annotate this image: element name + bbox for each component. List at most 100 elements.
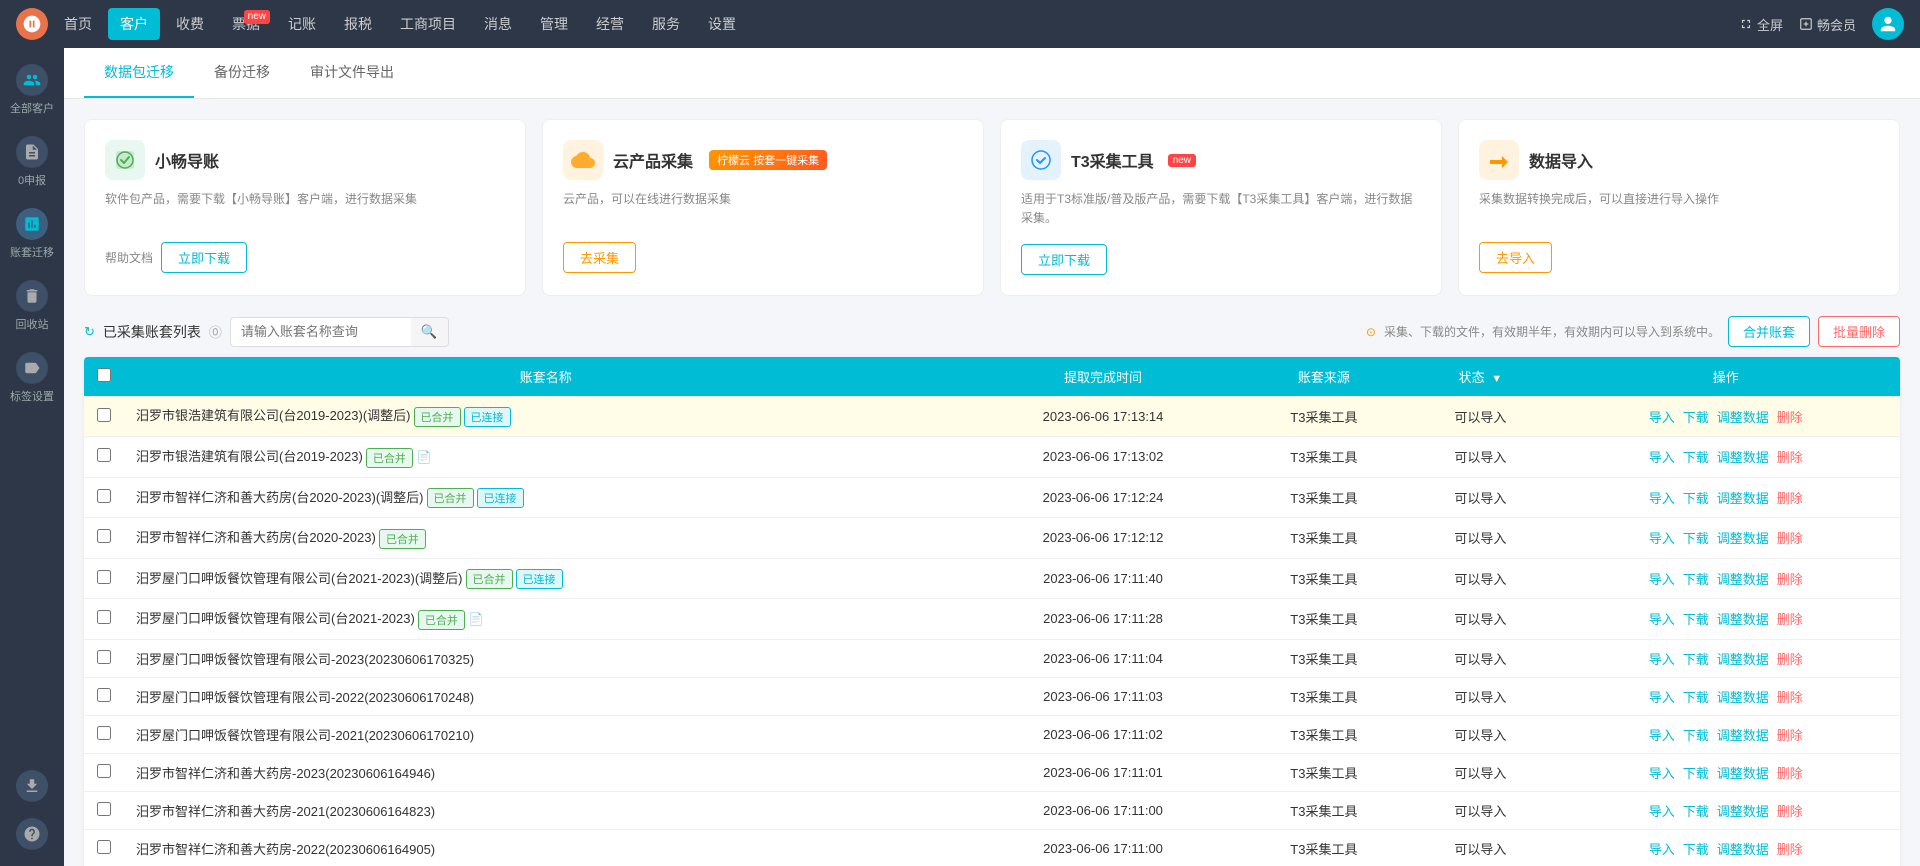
- list-help-icon[interactable]: ⓪: [209, 322, 222, 341]
- tab-backup-migrate[interactable]: 备份迁移: [194, 48, 290, 98]
- nav-operation[interactable]: 经营: [584, 8, 636, 40]
- action-删除-button[interactable]: 删除: [1773, 609, 1807, 628]
- download-t3-button[interactable]: 立即下载: [1021, 244, 1107, 275]
- member-button[interactable]: 畅会员: [1799, 15, 1856, 34]
- action-下载-button[interactable]: 下载: [1679, 569, 1713, 588]
- action-删除-button[interactable]: 删除: [1773, 407, 1807, 426]
- user-avatar[interactable]: [1872, 8, 1904, 40]
- nav-accounting[interactable]: 记账: [276, 8, 328, 40]
- action-调整数据-button[interactable]: 调整数据: [1713, 801, 1773, 820]
- action-删除-button[interactable]: 删除: [1773, 801, 1807, 820]
- row-checkbox-9[interactable]: [97, 764, 111, 778]
- action-导入-button[interactable]: 导入: [1645, 447, 1679, 466]
- sidebar-help[interactable]: [12, 810, 52, 858]
- action-调整数据-button[interactable]: 调整数据: [1713, 528, 1773, 547]
- action-删除-button[interactable]: 删除: [1773, 447, 1807, 466]
- row-checkbox-3[interactable]: [97, 529, 111, 543]
- action-导入-button[interactable]: 导入: [1645, 725, 1679, 744]
- row-checkbox-2[interactable]: [97, 489, 111, 503]
- checkbox-header[interactable]: [84, 357, 124, 396]
- nav-message[interactable]: 消息: [472, 8, 524, 40]
- sidebar-item-tag-settings[interactable]: 标签设置: [0, 344, 64, 412]
- action-导入-button[interactable]: 导入: [1645, 801, 1679, 820]
- action-调整数据-button[interactable]: 调整数据: [1713, 609, 1773, 628]
- action-删除-button[interactable]: 删除: [1773, 839, 1807, 858]
- action-导入-button[interactable]: 导入: [1645, 528, 1679, 547]
- action-下载-button[interactable]: 下载: [1679, 609, 1713, 628]
- sidebar-item-zero-declare[interactable]: 0申报: [0, 128, 64, 196]
- row-checkbox-6[interactable]: [97, 650, 111, 664]
- batch-delete-button[interactable]: 批量删除: [1818, 316, 1900, 347]
- nav-home[interactable]: 首页: [52, 8, 104, 40]
- action-调整数据-button[interactable]: 调整数据: [1713, 763, 1773, 782]
- nav-business[interactable]: 工商项目: [388, 8, 468, 40]
- row-checkbox-8[interactable]: [97, 726, 111, 740]
- action-下载-button[interactable]: 下载: [1679, 839, 1713, 858]
- action-下载-button[interactable]: 下载: [1679, 447, 1713, 466]
- sidebar-item-account-migrate[interactable]: 账套迁移: [0, 200, 64, 268]
- sidebar-download[interactable]: [12, 762, 52, 810]
- nav-settings[interactable]: 设置: [696, 8, 748, 40]
- row-checkbox-11[interactable]: [97, 840, 111, 854]
- action-删除-button[interactable]: 删除: [1773, 725, 1807, 744]
- action-调整数据-button[interactable]: 调整数据: [1713, 687, 1773, 706]
- action-调整数据-button[interactable]: 调整数据: [1713, 488, 1773, 507]
- action-下载-button[interactable]: 下载: [1679, 763, 1713, 782]
- action-调整数据-button[interactable]: 调整数据: [1713, 839, 1773, 858]
- action-调整数据-button[interactable]: 调整数据: [1713, 569, 1773, 588]
- action-导入-button[interactable]: 导入: [1645, 687, 1679, 706]
- action-调整数据-button[interactable]: 调整数据: [1713, 447, 1773, 466]
- action-导入-button[interactable]: 导入: [1645, 569, 1679, 588]
- action-删除-button[interactable]: 删除: [1773, 763, 1807, 782]
- nav-service[interactable]: 服务: [640, 8, 692, 40]
- action-下载-button[interactable]: 下载: [1679, 801, 1713, 820]
- search-button[interactable]: 🔍: [411, 318, 448, 346]
- action-下载-button[interactable]: 下载: [1679, 687, 1713, 706]
- nav-manage[interactable]: 管理: [528, 8, 580, 40]
- go-import-button[interactable]: 去导入: [1479, 242, 1552, 273]
- tab-audit-export[interactable]: 审计文件导出: [290, 48, 414, 98]
- action-删除-button[interactable]: 删除: [1773, 569, 1807, 588]
- action-删除-button[interactable]: 删除: [1773, 649, 1807, 668]
- sidebar-item-recycle[interactable]: 回收站: [0, 272, 64, 340]
- action-删除-button[interactable]: 删除: [1773, 528, 1807, 547]
- refresh-icon[interactable]: ↻: [84, 324, 95, 340]
- action-调整数据-button[interactable]: 调整数据: [1713, 725, 1773, 744]
- action-下载-button[interactable]: 下载: [1679, 488, 1713, 507]
- collect-cloud-button[interactable]: 去采集: [563, 242, 636, 273]
- action-下载-button[interactable]: 下载: [1679, 649, 1713, 668]
- action-删除-button[interactable]: 删除: [1773, 687, 1807, 706]
- action-调整数据-button[interactable]: 调整数据: [1713, 649, 1773, 668]
- action-导入-button[interactable]: 导入: [1645, 839, 1679, 858]
- row-checkbox-4[interactable]: [97, 570, 111, 584]
- row-checkbox-7[interactable]: [97, 688, 111, 702]
- action-导入-button[interactable]: 导入: [1645, 407, 1679, 426]
- nav-fee[interactable]: 收费: [164, 8, 216, 40]
- select-all-checkbox[interactable]: [97, 368, 111, 382]
- fullscreen-button[interactable]: 全屏: [1739, 15, 1783, 34]
- action-下载-button[interactable]: 下载: [1679, 407, 1713, 426]
- action-导入-button[interactable]: 导入: [1645, 488, 1679, 507]
- help-doc-link[interactable]: 帮助文档: [105, 249, 153, 266]
- action-下载-button[interactable]: 下载: [1679, 528, 1713, 547]
- row-checkbox-0[interactable]: [97, 408, 111, 422]
- search-input[interactable]: [231, 319, 411, 344]
- row-checkbox-5[interactable]: [97, 610, 111, 624]
- action-导入-button[interactable]: 导入: [1645, 609, 1679, 628]
- app-logo[interactable]: [16, 8, 48, 40]
- action-导入-button[interactable]: 导入: [1645, 649, 1679, 668]
- status-filter-icon[interactable]: ▼: [1491, 373, 1502, 385]
- row-checkbox-10[interactable]: [97, 802, 111, 816]
- merge-button[interactable]: 合并账套: [1728, 316, 1810, 347]
- tab-data-migrate[interactable]: 数据包迁移: [84, 48, 194, 98]
- action-删除-button[interactable]: 删除: [1773, 488, 1807, 507]
- nav-invoice[interactable]: 票据 new: [220, 8, 272, 40]
- action-下载-button[interactable]: 下载: [1679, 725, 1713, 744]
- sidebar-item-all-clients[interactable]: 全部客户: [0, 56, 64, 124]
- download-xiaozhang-button[interactable]: 立即下载: [161, 242, 247, 273]
- action-调整数据-button[interactable]: 调整数据: [1713, 407, 1773, 426]
- nav-tax[interactable]: 报税: [332, 8, 384, 40]
- row-checkbox-1[interactable]: [97, 448, 111, 462]
- action-导入-button[interactable]: 导入: [1645, 763, 1679, 782]
- nav-customer[interactable]: 客户: [108, 8, 160, 40]
